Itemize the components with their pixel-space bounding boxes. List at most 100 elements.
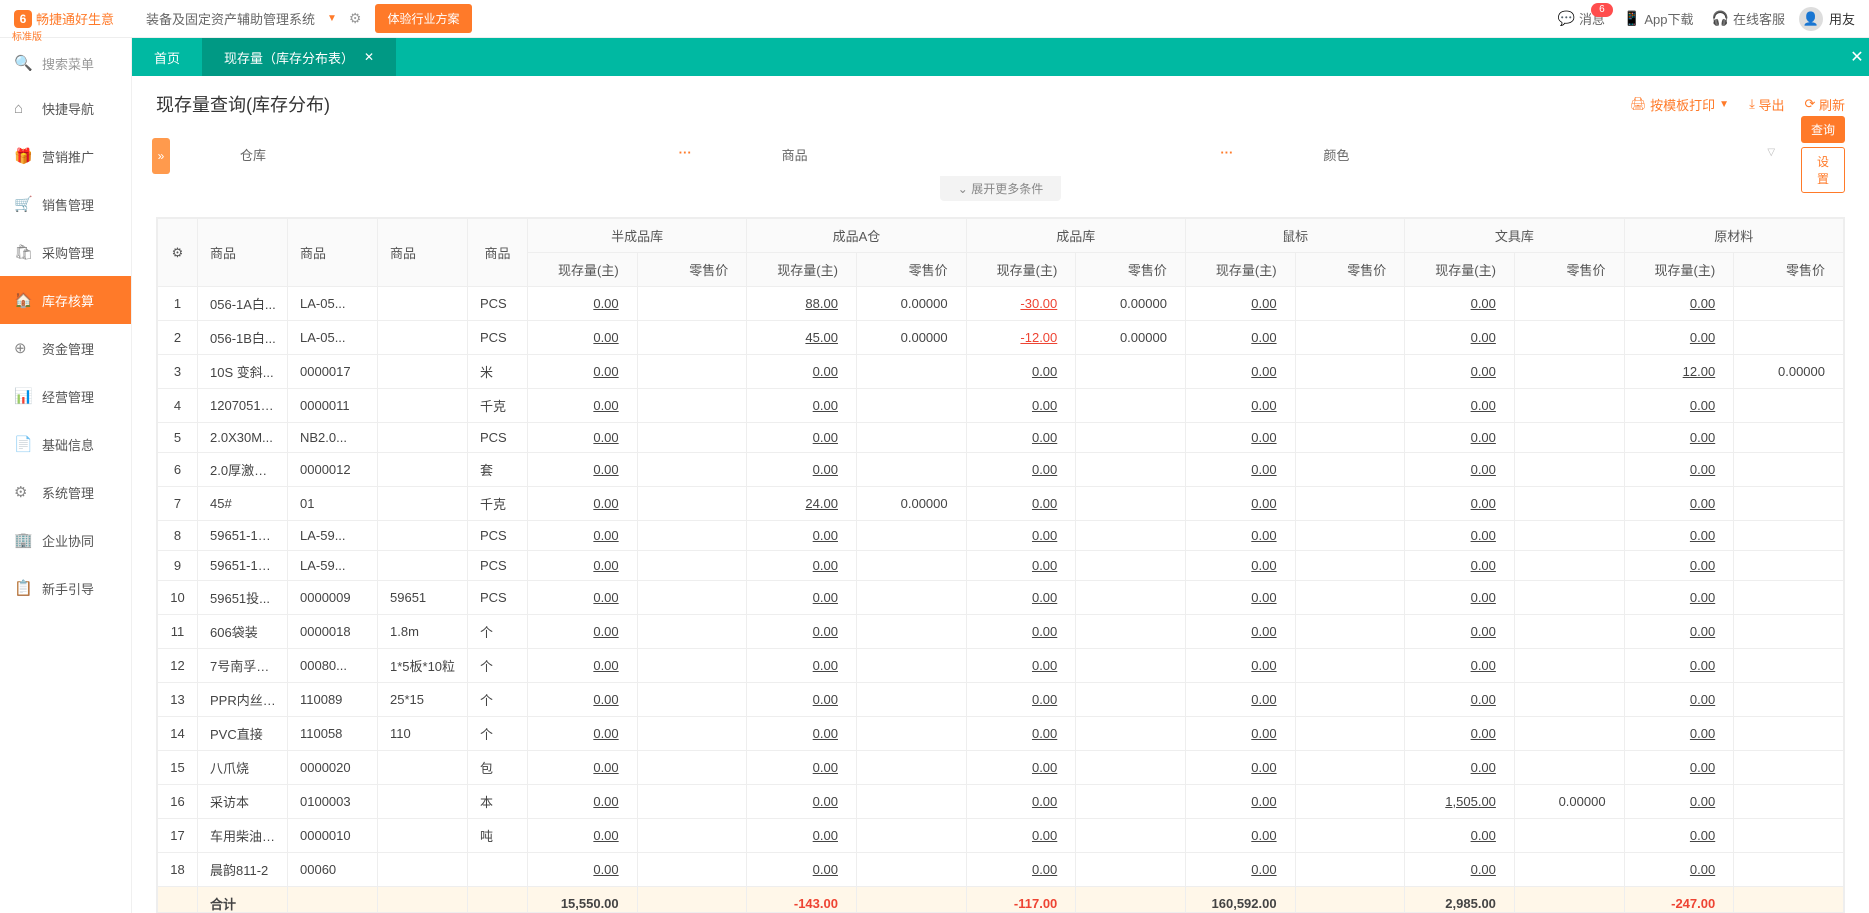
refresh-button[interactable]: ⟳ 刷新 — [1804, 95, 1845, 114]
col-product-2[interactable]: 商品 — [288, 219, 378, 287]
app-download-link[interactable]: 📱 App下载 — [1623, 9, 1694, 28]
cell[interactable]: 0.00 — [1624, 683, 1734, 717]
more-icon[interactable]: ··· — [1220, 145, 1233, 160]
cell[interactable]: 0.00 — [1185, 717, 1295, 751]
col-price-4[interactable]: 零售价 — [1514, 253, 1624, 287]
cell[interactable]: 0.00 — [1624, 853, 1734, 887]
col-qty-3[interactable]: 现存量(主) — [1185, 253, 1295, 287]
cell[interactable]: 0.00 — [966, 487, 1076, 521]
cell[interactable]: 0.00 — [747, 581, 857, 615]
cell[interactable]: 0.00 — [1185, 551, 1295, 581]
avatar[interactable]: 👤 — [1799, 7, 1823, 31]
cell[interactable]: 0.00 — [1405, 453, 1515, 487]
cell[interactable]: 0.00 — [966, 683, 1076, 717]
cell[interactable]: 0.00 — [1185, 355, 1295, 389]
cell[interactable]: 0.00 — [528, 453, 638, 487]
table-row[interactable]: 2056-1B白...LA-05...PCS0.0045.000.00000-1… — [158, 321, 1844, 355]
cell[interactable]: 0.00 — [747, 453, 857, 487]
cell[interactable]: 0.00 — [1185, 853, 1295, 887]
table-row[interactable]: 16采访本0100003本0.000.000.000.001,505.000.0… — [158, 785, 1844, 819]
col-qty-5[interactable]: 现存量(主) — [1624, 253, 1734, 287]
table-row[interactable]: 745#01千克0.0024.000.000000.000.000.000.00 — [158, 487, 1844, 521]
cell[interactable]: 0.00 — [528, 615, 638, 649]
table-row[interactable]: 62.0厚激光板0000012套0.000.000.000.000.000.00 — [158, 453, 1844, 487]
logo[interactable]: 6 畅捷通好生意 标准版 — [14, 9, 146, 28]
col-price-2[interactable]: 零售价 — [1076, 253, 1186, 287]
cell[interactable]: 0.00 — [1624, 785, 1734, 819]
sidebar-item-0[interactable]: ⌂快捷导航 — [0, 84, 131, 132]
sidebar-item-10[interactable]: 📋新手引导 — [0, 564, 131, 612]
cell[interactable]: 0.00 — [747, 355, 857, 389]
cell[interactable]: 0.00 — [528, 683, 638, 717]
cell[interactable]: 0.00 — [528, 751, 638, 785]
collapse-filter-handle[interactable]: » — [152, 138, 170, 174]
cell[interactable]: 0.00 — [528, 355, 638, 389]
cell[interactable]: 0.00 — [528, 389, 638, 423]
cell[interactable]: 0.00 — [1405, 819, 1515, 853]
cell[interactable]: 0.00 — [1405, 355, 1515, 389]
table-row[interactable]: 13PPR内丝弯...11008925*15个0.000.000.000.000… — [158, 683, 1844, 717]
filter-warehouse-input[interactable]: ··· — [280, 139, 698, 169]
cell[interactable]: 0.00 — [1624, 453, 1734, 487]
system-name[interactable]: 装备及固定资产辅助管理系统 — [146, 9, 315, 28]
sidebar-item-2[interactable]: 🛒销售管理 — [0, 180, 131, 228]
cell[interactable]: 0.00 — [747, 423, 857, 453]
search-button[interactable]: 查询 — [1801, 116, 1845, 143]
cell[interactable]: 0.00 — [747, 521, 857, 551]
cell[interactable]: 0.00 — [747, 551, 857, 581]
cell[interactable]: 0.00 — [966, 853, 1076, 887]
cell[interactable]: 0.00 — [966, 649, 1076, 683]
cell[interactable]: 0.00 — [1405, 423, 1515, 453]
close-all-tabs[interactable]: ✕ — [1845, 38, 1869, 76]
cell[interactable]: 0.00 — [1405, 487, 1515, 521]
table-row[interactable]: 52.0X30M...NB2.0...PCS0.000.000.000.000.… — [158, 423, 1844, 453]
cell[interactable]: 0.00 — [1624, 615, 1734, 649]
cell[interactable]: 0.00 — [528, 487, 638, 521]
filter-product-input[interactable]: ··· — [822, 139, 1240, 169]
sidebar-item-7[interactable]: 📄基础信息 — [0, 420, 131, 468]
table-row[interactable]: 15八爪烧0000020包0.000.000.000.000.000.00 — [158, 751, 1844, 785]
cell[interactable]: 0.00 — [1185, 751, 1295, 785]
sidebar-search[interactable]: 🔍 搜索菜单 — [0, 42, 131, 84]
cell[interactable]: 24.00 — [747, 487, 857, 521]
sidebar-item-5[interactable]: ⊕资金管理 — [0, 324, 131, 372]
close-icon[interactable]: ✕ — [364, 50, 374, 64]
cell[interactable]: 0.00 — [747, 615, 857, 649]
col-qty-2[interactable]: 现存量(主) — [966, 253, 1076, 287]
table-row[interactable]: 11606袋装00000181.8m个0.000.000.000.000.000… — [158, 615, 1844, 649]
cell[interactable]: 0.00 — [1624, 521, 1734, 551]
cell[interactable]: 0.00 — [1405, 615, 1515, 649]
cell[interactable]: 0.00 — [1185, 423, 1295, 453]
cell[interactable]: 0.00 — [966, 785, 1076, 819]
gear-icon[interactable]: ⚙ — [349, 10, 362, 27]
col-qty-0[interactable]: 现存量(主) — [528, 253, 638, 287]
cell[interactable]: 0.00 — [747, 389, 857, 423]
col-group-0[interactable]: 半成品库 — [528, 219, 747, 253]
col-group-3[interactable]: 鼠标 — [1185, 219, 1404, 253]
cell[interactable]: 0.00 — [1405, 751, 1515, 785]
col-price-3[interactable]: 零售价 — [1295, 253, 1405, 287]
cell[interactable]: 1,505.00 — [1405, 785, 1515, 819]
table-row[interactable]: 959651-1B...LA-59...PCS0.000.000.000.000… — [158, 551, 1844, 581]
cell[interactable]: 0.00 — [1185, 521, 1295, 551]
cell[interactable]: 0.00 — [528, 853, 638, 887]
table-row[interactable]: 1056-1A白...LA-05...PCS0.0088.000.00000-3… — [158, 287, 1844, 321]
cell[interactable]: 0.00 — [966, 751, 1076, 785]
cell[interactable]: 0.00 — [528, 287, 638, 321]
table-row[interactable]: 18晨韵811-2000600.000.000.000.000.000.00 — [158, 853, 1844, 887]
cell[interactable]: 0.00 — [966, 819, 1076, 853]
cell[interactable]: 0.00 — [1624, 581, 1734, 615]
table-row[interactable]: 412070519...0000011千克0.000.000.000.000.0… — [158, 389, 1844, 423]
cell[interactable]: 0.00 — [528, 785, 638, 819]
cell[interactable]: 0.00 — [1185, 649, 1295, 683]
cell[interactable]: 0.00 — [747, 649, 857, 683]
cell[interactable]: 0.00 — [1185, 819, 1295, 853]
col-price-0[interactable]: 零售价 — [637, 253, 747, 287]
table-row[interactable]: 310S 变斜...0000017米0.000.000.000.000.0012… — [158, 355, 1844, 389]
table-row[interactable]: 17车用柴油0号0000010吨0.000.000.000.000.000.00 — [158, 819, 1844, 853]
cell[interactable]: 0.00 — [1624, 487, 1734, 521]
col-group-5[interactable]: 原材料 — [1624, 219, 1843, 253]
online-service-link[interactable]: 🎧 在线客服 — [1712, 9, 1785, 28]
cell[interactable]: 0.00 — [1185, 321, 1295, 355]
cell[interactable]: 0.00 — [1405, 521, 1515, 551]
